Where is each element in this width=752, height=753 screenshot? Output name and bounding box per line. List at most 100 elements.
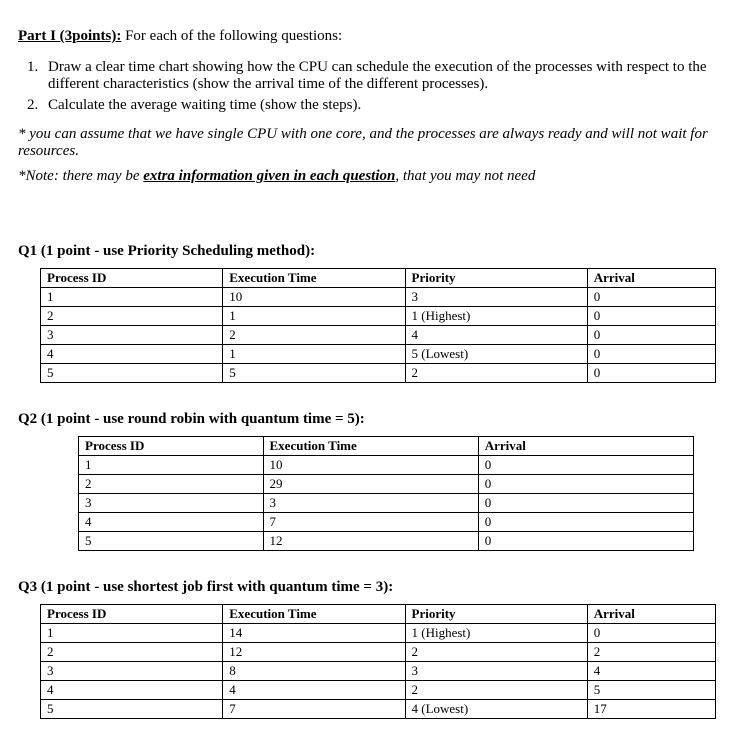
col-header: Arrival bbox=[478, 437, 693, 456]
table-cell: 12 bbox=[263, 532, 478, 551]
q2-table: Process ID Execution Time Arrival 110022… bbox=[78, 436, 694, 551]
table-cell: 5 bbox=[587, 681, 715, 700]
table-row: 470 bbox=[79, 513, 694, 532]
table-header-row: Process ID Execution Time Priority Arriv… bbox=[41, 269, 716, 288]
table-cell: 3 bbox=[405, 288, 587, 307]
instruction-item: Draw a clear time chart showing how the … bbox=[42, 59, 734, 93]
table-cell: 10 bbox=[263, 456, 478, 475]
col-header: Execution Time bbox=[263, 437, 478, 456]
table-cell: 4 bbox=[41, 345, 223, 364]
table-cell: 5 bbox=[223, 364, 405, 383]
assumption-note: * you can assume that we have single CPU… bbox=[18, 126, 734, 160]
table-cell: 10 bbox=[223, 288, 405, 307]
table-cell: 5 bbox=[79, 532, 264, 551]
col-header: Process ID bbox=[41, 605, 223, 624]
table-cell: 0 bbox=[478, 475, 693, 494]
table-row: 3834 bbox=[41, 662, 716, 681]
table-cell: 8 bbox=[223, 662, 405, 681]
table-header-row: Process ID Execution Time Priority Arriv… bbox=[41, 605, 716, 624]
table-cell: 2 bbox=[405, 681, 587, 700]
col-header: Priority bbox=[405, 269, 587, 288]
table-cell: 4 bbox=[41, 681, 223, 700]
note-suffix: , that you may not need bbox=[395, 168, 535, 184]
table-cell: 3 bbox=[405, 662, 587, 681]
part-intro: For each of the following questions: bbox=[125, 28, 342, 44]
table-row: 5120 bbox=[79, 532, 694, 551]
table-cell: 2 bbox=[41, 643, 223, 662]
q2-heading: Q2 (1 point - use round robin with quant… bbox=[18, 411, 734, 428]
table-row: 330 bbox=[79, 494, 694, 513]
table-cell: 12 bbox=[223, 643, 405, 662]
table-row: 1141 (Highest)0 bbox=[41, 624, 716, 643]
table-cell: 0 bbox=[478, 513, 693, 532]
q3-table: Process ID Execution Time Priority Arriv… bbox=[40, 604, 716, 719]
table-cell: 7 bbox=[263, 513, 478, 532]
table-cell: 1 bbox=[223, 345, 405, 364]
table-cell: 5 bbox=[41, 364, 223, 383]
table-cell: 1 bbox=[223, 307, 405, 326]
note-emphasis: extra information given in each question bbox=[143, 168, 395, 184]
col-header: Execution Time bbox=[223, 605, 405, 624]
table-cell: 4 bbox=[79, 513, 264, 532]
q1-body: 11030211 (Highest)03240415 (Lowest)05520 bbox=[41, 288, 716, 383]
table-row: 2290 bbox=[79, 475, 694, 494]
part-title: Part I (3points): bbox=[18, 28, 121, 44]
table-row: 211 (Highest)0 bbox=[41, 307, 716, 326]
instruction-item: Calculate the average waiting time (show… bbox=[42, 97, 734, 114]
q1-heading: Q1 (1 point - use Priority Scheduling me… bbox=[18, 243, 734, 260]
table-cell: 2 bbox=[587, 643, 715, 662]
table-cell: 4 bbox=[405, 326, 587, 345]
table-cell: 1 (Highest) bbox=[405, 307, 587, 326]
table-cell: 0 bbox=[587, 364, 715, 383]
table-cell: 1 bbox=[41, 624, 223, 643]
table-cell: 0 bbox=[478, 532, 693, 551]
table-row: 21222 bbox=[41, 643, 716, 662]
table-row: 415 (Lowest)0 bbox=[41, 345, 716, 364]
table-cell: 29 bbox=[263, 475, 478, 494]
table-cell: 7 bbox=[223, 700, 405, 719]
table-row: 4425 bbox=[41, 681, 716, 700]
col-header: Arrival bbox=[587, 605, 715, 624]
extra-info-note: *Note: there may be extra information gi… bbox=[18, 168, 734, 185]
table-row: 574 (Lowest)17 bbox=[41, 700, 716, 719]
table-cell: 0 bbox=[587, 345, 715, 364]
table-cell: 17 bbox=[587, 700, 715, 719]
table-cell: 1 bbox=[41, 288, 223, 307]
col-header: Priority bbox=[405, 605, 587, 624]
table-cell: 0 bbox=[478, 456, 693, 475]
table-row: 11030 bbox=[41, 288, 716, 307]
table-cell: 4 (Lowest) bbox=[405, 700, 587, 719]
table-row: 3240 bbox=[41, 326, 716, 345]
table-cell: 0 bbox=[478, 494, 693, 513]
q3-body: 1141 (Highest)02122238344425574 (Lowest)… bbox=[41, 624, 716, 719]
table-row: 1100 bbox=[79, 456, 694, 475]
table-cell: 2 bbox=[41, 307, 223, 326]
table-cell: 4 bbox=[587, 662, 715, 681]
table-cell: 2 bbox=[79, 475, 264, 494]
table-row: 5520 bbox=[41, 364, 716, 383]
table-cell: 0 bbox=[587, 326, 715, 345]
col-header: Arrival bbox=[587, 269, 715, 288]
q2-body: 110022903304705120 bbox=[79, 456, 694, 551]
table-cell: 14 bbox=[223, 624, 405, 643]
note-prefix: *Note: there may be bbox=[18, 168, 143, 184]
table-cell: 2 bbox=[223, 326, 405, 345]
table-cell: 1 bbox=[79, 456, 264, 475]
table-cell: 4 bbox=[223, 681, 405, 700]
table-cell: 5 (Lowest) bbox=[405, 345, 587, 364]
table-cell: 3 bbox=[41, 662, 223, 681]
table-cell: 2 bbox=[405, 643, 587, 662]
col-header: Process ID bbox=[79, 437, 264, 456]
q1-table: Process ID Execution Time Priority Arriv… bbox=[40, 268, 716, 383]
table-cell: 2 bbox=[405, 364, 587, 383]
table-cell: 3 bbox=[41, 326, 223, 345]
part-heading: Part I (3points): For each of the follow… bbox=[18, 28, 734, 45]
q3-heading: Q3 (1 point - use shortest job first wit… bbox=[18, 579, 734, 596]
col-header: Process ID bbox=[41, 269, 223, 288]
table-cell: 0 bbox=[587, 307, 715, 326]
table-cell: 3 bbox=[79, 494, 264, 513]
col-header: Execution Time bbox=[223, 269, 405, 288]
table-cell: 1 (Highest) bbox=[405, 624, 587, 643]
table-cell: 5 bbox=[41, 700, 223, 719]
table-cell: 0 bbox=[587, 624, 715, 643]
